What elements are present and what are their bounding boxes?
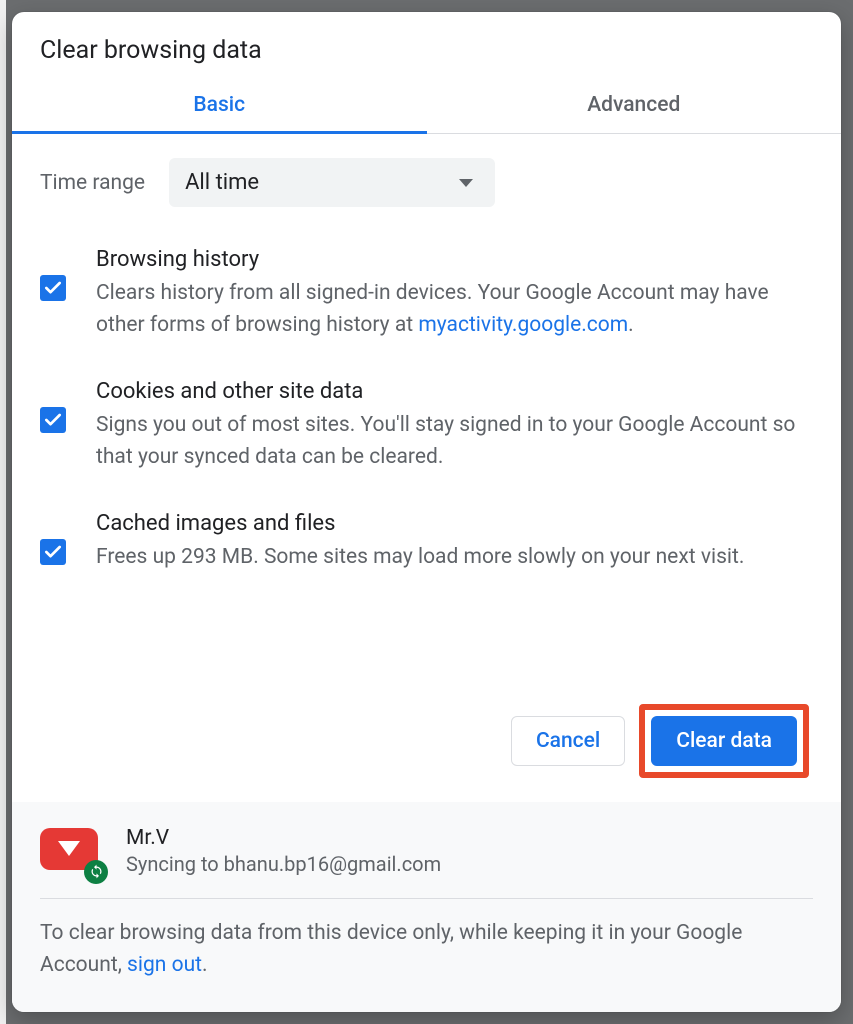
tab-bar: Basic Advanced — [12, 75, 841, 134]
account-sync-status: Syncing to bhanu.bp16@gmail.com — [126, 852, 441, 876]
time-range-value: All time — [185, 170, 259, 195]
desc-part-b: . — [628, 313, 634, 337]
option-browsing-history: Browsing history Clears history from all… — [40, 247, 813, 341]
dialog-title: Clear browsing data — [12, 12, 841, 75]
checkbox-cookies[interactable] — [40, 407, 66, 433]
spacer — [40, 612, 813, 704]
play-triangle-icon — [58, 841, 80, 856]
check-icon — [43, 410, 63, 430]
bg-strip — [0, 0, 6, 1024]
account-email: bhanu.bp16@gmail.com — [224, 852, 441, 876]
cancel-button-label: Cancel — [536, 729, 600, 753]
tab-advanced[interactable]: Advanced — [427, 75, 842, 133]
tab-basic[interactable]: Basic — [12, 75, 427, 133]
footer-note-b: . — [202, 953, 208, 977]
tab-advanced-label: Advanced — [587, 93, 680, 117]
tab-basic-label: Basic — [193, 93, 245, 117]
chevron-down-icon — [459, 179, 473, 187]
option-title-browsing: Browsing history — [96, 247, 813, 272]
option-desc-cache: Frees up 293 MB. Some sites may load mor… — [96, 542, 813, 574]
footer-divider — [40, 898, 813, 899]
account-row: Mr.V Syncing to bhanu.bp16@gmail.com — [40, 826, 813, 876]
sync-badge-icon — [84, 860, 108, 884]
myactivity-link[interactable]: myactivity.google.com — [418, 313, 628, 337]
option-title-cache: Cached images and files — [96, 511, 813, 536]
clear-data-button-label: Clear data — [676, 729, 772, 753]
option-desc-cookies: Signs you out of most sites. You'll stay… — [96, 410, 813, 473]
option-cookies: Cookies and other site data Signs you ou… — [40, 379, 813, 473]
check-icon — [43, 278, 63, 298]
check-icon — [43, 542, 63, 562]
checkbox-cache[interactable] — [40, 539, 66, 565]
time-range-select[interactable]: All time — [169, 158, 495, 207]
clear-data-button[interactable]: Clear data — [651, 716, 797, 766]
option-cache: Cached images and files Frees up 293 MB.… — [40, 511, 813, 574]
option-desc-browsing: Clears history from all signed-in device… — [96, 278, 813, 341]
account-info: Mr.V Syncing to bhanu.bp16@gmail.com — [126, 826, 441, 876]
syncing-prefix: Syncing to — [126, 852, 224, 876]
footer-note: To clear browsing data from this device … — [40, 917, 813, 982]
sync-arrows-icon — [89, 864, 104, 879]
dialog-footer: Mr.V Syncing to bhanu.bp16@gmail.com To … — [12, 802, 841, 1012]
avatar — [40, 828, 102, 874]
option-text: Browsing history Clears history from all… — [96, 247, 813, 341]
option-title-cookies: Cookies and other site data — [96, 379, 813, 404]
time-range-label: Time range — [40, 171, 145, 195]
option-text: Cookies and other site data Signs you ou… — [96, 379, 813, 473]
annotation-highlight: Clear data — [639, 704, 809, 778]
cancel-button[interactable]: Cancel — [511, 716, 625, 766]
account-name: Mr.V — [126, 826, 441, 850]
dialog-body: Time range All time Browsing history Cle… — [12, 134, 841, 802]
sign-out-link[interactable]: sign out — [127, 953, 202, 977]
dialog-button-row: Cancel Clear data — [40, 704, 813, 802]
time-range-row: Time range All time — [40, 158, 813, 207]
clear-browsing-data-dialog: Clear browsing data Basic Advanced Time … — [12, 12, 841, 1012]
option-text: Cached images and files Frees up 293 MB.… — [96, 511, 813, 574]
checkbox-browsing-history[interactable] — [40, 275, 66, 301]
